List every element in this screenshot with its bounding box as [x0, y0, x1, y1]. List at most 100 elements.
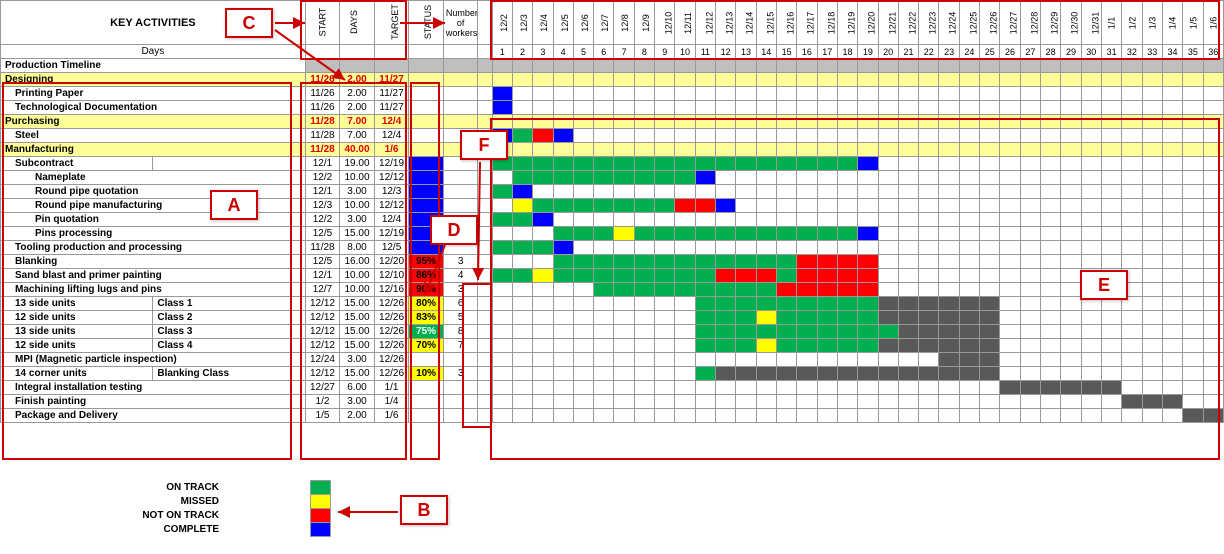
gantt-cell [573, 101, 593, 115]
gantt-cell [1061, 87, 1081, 101]
gantt-cell [1142, 101, 1162, 115]
gantt-cell [858, 87, 878, 101]
gantt-cell [614, 87, 634, 101]
gantt-cell [797, 87, 817, 101]
task-workers: 3 [443, 255, 478, 269]
col-head-workers: Numberofworkers [443, 1, 478, 45]
gantt-cell [675, 101, 695, 115]
task-workers [443, 87, 478, 101]
task-workers [443, 199, 478, 213]
callout-a: A [210, 190, 258, 220]
gantt-cell [634, 87, 654, 101]
gantt-cell [736, 101, 756, 115]
gantt-cell [655, 87, 675, 101]
swatch-green [310, 481, 330, 495]
gantt-cell [1000, 87, 1020, 101]
gantt-cell [716, 87, 736, 101]
gantt-cell [573, 87, 593, 101]
gantt-cell [1101, 87, 1121, 101]
gantt-cell [1081, 101, 1101, 115]
task-workers [443, 185, 478, 199]
swatch-yellow [310, 495, 330, 509]
task-workers [443, 101, 478, 115]
gantt-cell [980, 101, 1000, 115]
col-head-status: STATUS [409, 1, 444, 45]
callout-f: F [460, 130, 508, 160]
gantt-cell [817, 87, 837, 101]
gantt-cell [512, 101, 532, 115]
gantt-cell [1061, 101, 1081, 115]
gantt-cell [492, 101, 512, 115]
gantt-cell [614, 101, 634, 115]
gantt-cell [858, 101, 878, 115]
gantt-cell [736, 87, 756, 101]
gantt-cell [1101, 101, 1121, 115]
gantt-cell [898, 101, 918, 115]
legend-missed: MISSED [100, 495, 220, 509]
gantt-cell [1122, 101, 1142, 115]
gantt-cell [553, 101, 573, 115]
gantt-cell [675, 87, 695, 101]
gantt-cell [756, 101, 776, 115]
legend: ON TRACK MISSED NOT ON TRACK COMPLETE [100, 480, 331, 537]
gantt-cell [959, 101, 979, 115]
gantt-cell [594, 101, 614, 115]
gantt-cell [1041, 87, 1061, 101]
gantt-cell [716, 101, 736, 115]
timeline-title: Production Timeline [1, 59, 306, 73]
gantt-cell [1203, 101, 1223, 115]
task-workers: 4 [443, 269, 478, 283]
gantt-cell [878, 101, 898, 115]
gantt-cell [776, 101, 796, 115]
legend-on-track: ON TRACK [100, 481, 220, 495]
legend-complete: COMPLETE [100, 523, 220, 537]
gantt-cell [1203, 87, 1223, 101]
gantt-cell [756, 87, 776, 101]
gantt-cell [959, 87, 979, 101]
gantt-cell [1041, 101, 1061, 115]
gantt-cell [1162, 87, 1182, 101]
gantt-cell [1183, 87, 1203, 101]
legend-not-on-track: NOT ON TRACK [100, 509, 220, 523]
gantt-cell [1020, 87, 1040, 101]
callout-b: B [400, 495, 448, 525]
gantt-cell [695, 87, 715, 101]
gantt-cell [1142, 87, 1162, 101]
gantt-cell [776, 87, 796, 101]
gantt-cell [980, 87, 1000, 101]
gantt-cell [1000, 101, 1020, 115]
callout-d: D [430, 215, 478, 245]
gantt-cell [939, 87, 959, 101]
gantt-cell [533, 101, 553, 115]
gantt-cell [919, 87, 939, 101]
gantt-cell [695, 101, 715, 115]
callout-c: C [225, 8, 273, 38]
gantt-cell [878, 87, 898, 101]
gantt-cell [634, 101, 654, 115]
callout-e: E [1080, 270, 1128, 300]
gantt-cell [594, 87, 614, 101]
task-workers [443, 171, 478, 185]
gantt-cell [919, 101, 939, 115]
days-label: Days [1, 45, 306, 59]
gantt-cell [553, 87, 573, 101]
gantt-cell [492, 87, 512, 101]
region-d [410, 82, 440, 460]
gantt-cell [837, 101, 857, 115]
swatch-blue [310, 523, 330, 537]
gantt-cell [1081, 87, 1101, 101]
gantt-cell [1020, 101, 1040, 115]
gantt-cell [1122, 87, 1142, 101]
gantt-cell [533, 87, 553, 101]
gantt-cell [939, 101, 959, 115]
gantt-cell [1183, 101, 1203, 115]
region-c2 [300, 82, 407, 460]
region-f [462, 283, 492, 428]
gantt-cell [797, 101, 817, 115]
gantt-cell [1162, 101, 1182, 115]
region-e-top [490, 0, 1220, 60]
gantt-cell [512, 87, 532, 101]
gantt-cell [898, 87, 918, 101]
region-a [2, 82, 292, 460]
gantt-cell [655, 101, 675, 115]
